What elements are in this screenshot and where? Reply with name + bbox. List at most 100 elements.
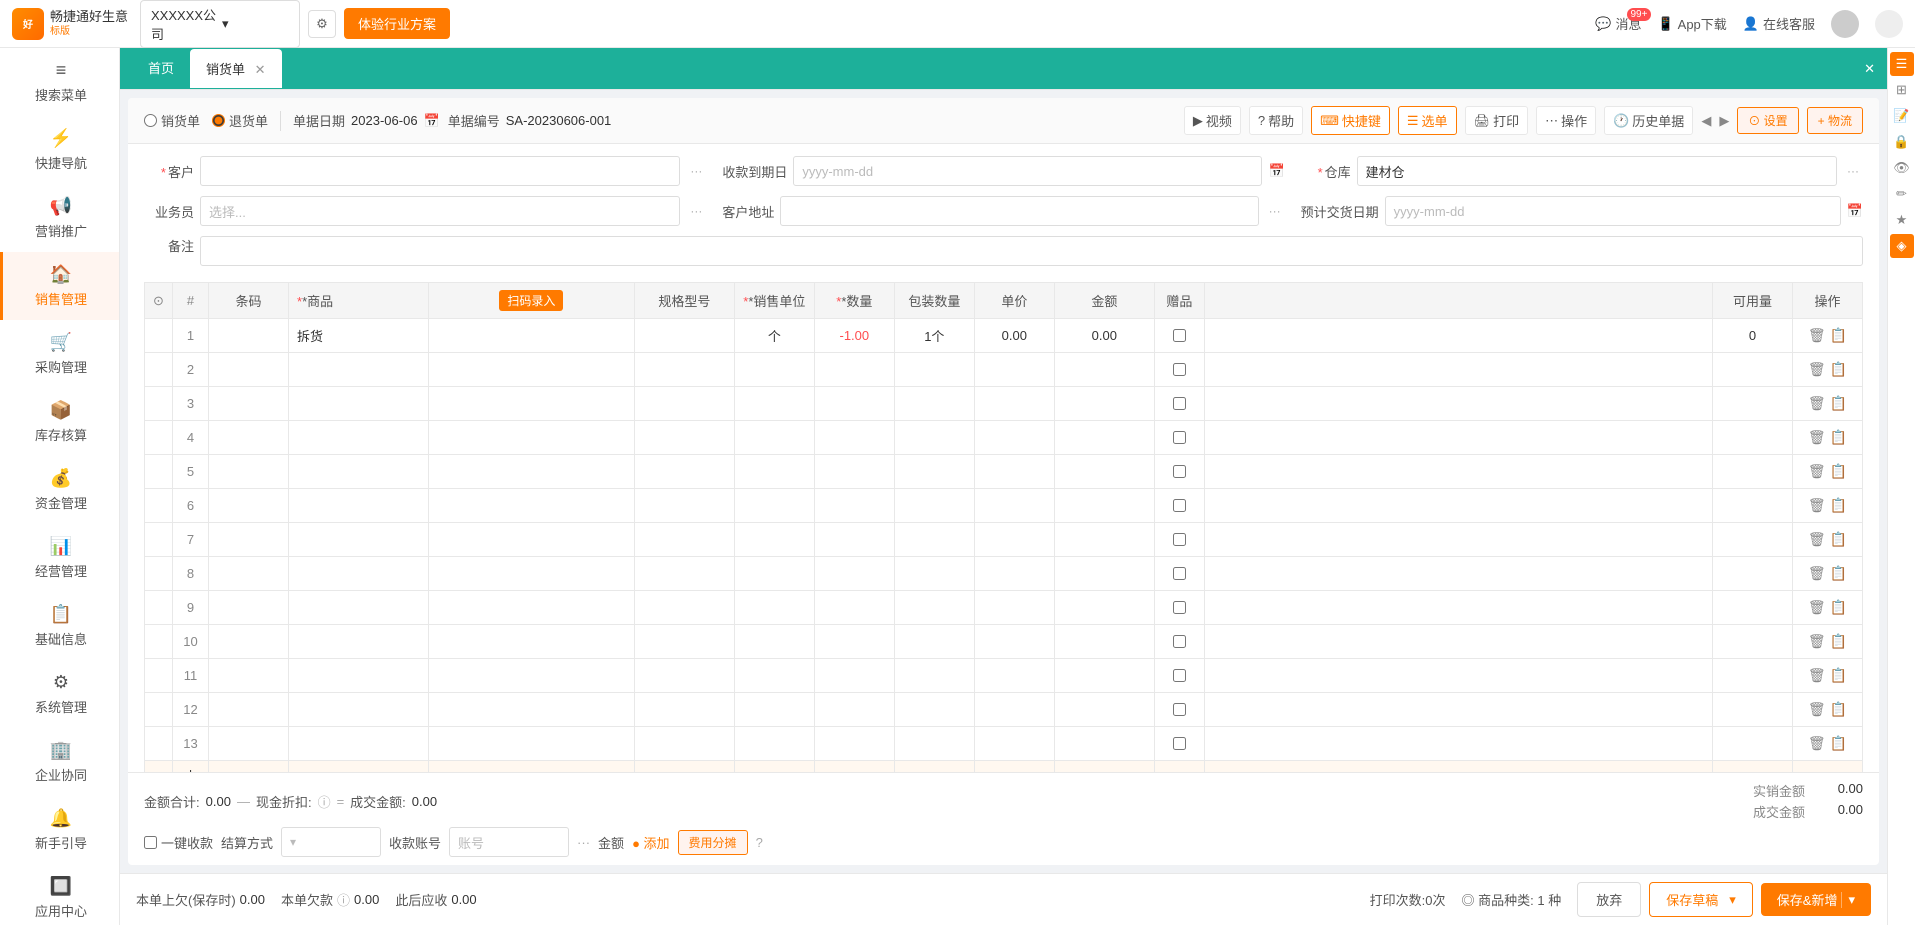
delivery-calendar-icon[interactable]: 📅 [1847, 203, 1863, 219]
sidebar-item-quick-nav[interactable]: ⚡ 快捷导航 [0, 116, 119, 184]
copy-row-btn[interactable]: 📋 [1830, 667, 1847, 684]
copy-row-btn[interactable]: 📋 [1830, 531, 1847, 548]
one-click-pay-checkbox[interactable]: 一键收款 [144, 833, 213, 852]
right-panel-lock-btn[interactable]: 🔒 [1890, 130, 1914, 154]
calendar-icon[interactable]: 📅 [424, 113, 440, 129]
td-gift-1[interactable] [1154, 319, 1204, 353]
td-amount-1[interactable]: 0.00 [1054, 319, 1154, 353]
copy-row-btn[interactable]: 📋 [1830, 361, 1847, 378]
logistics-button[interactable]: + 物流 [1807, 107, 1863, 134]
sidebar-item-operations[interactable]: 📊 经营管理 [0, 524, 119, 592]
customer-addr-input[interactable] [780, 196, 1258, 226]
right-panel-table-view-btn[interactable]: ☰ [1890, 52, 1914, 76]
sidebar-item-sales[interactable]: 🏠 销售管理 [0, 252, 119, 320]
td-pkg-qty-1[interactable]: 1个 [894, 319, 974, 353]
delete-row-btn[interactable]: 🗑 [1808, 429, 1826, 446]
sidebar-item-search[interactable]: ≡ 搜索菜单 [0, 48, 119, 116]
delete-row-btn[interactable]: 🗑 [1808, 599, 1826, 616]
customer-input[interactable] [200, 156, 680, 186]
save-new-arrow[interactable]: ▾ [1841, 892, 1855, 908]
avatar-extra[interactable] [1875, 10, 1903, 38]
trial-button[interactable]: 体验行业方案 [344, 8, 450, 39]
delete-row-btn[interactable]: 🗑 [1808, 497, 1826, 514]
copy-row-btn[interactable]: 📋 [1830, 429, 1847, 446]
sidebar-item-app-center[interactable]: 🔲 应用中心 [0, 864, 119, 925]
add-payment-btn[interactable]: ● 添加 [632, 833, 669, 852]
sidebar-item-purchase[interactable]: 🛒 采购管理 [0, 320, 119, 388]
delete-row-btn[interactable]: 🗑 [1808, 531, 1826, 548]
right-panel-eye-btn[interactable]: 👁 [1890, 156, 1914, 180]
copy-row-btn[interactable]: 📋 [1830, 735, 1847, 752]
nav-prev-icon[interactable]: ◀ [1701, 113, 1711, 129]
sidebar-item-system[interactable]: ⚙ 系统管理 [0, 660, 119, 728]
due-date-calendar-icon[interactable]: 📅 [1268, 163, 1284, 179]
td-price-1[interactable]: 0.00 [974, 319, 1054, 353]
tab-home[interactable]: 首页 [132, 48, 190, 89]
copy-row-btn[interactable]: 📋 [1830, 463, 1847, 480]
delete-row-btn[interactable]: 🗑 [1808, 633, 1826, 650]
history-btn[interactable]: 🕐 历史单据 [1604, 106, 1693, 135]
due-date-input[interactable]: yyyy-mm-dd [793, 156, 1262, 186]
salesperson-more-icon[interactable]: ··· [686, 204, 706, 218]
delete-row-btn[interactable]: 🗑 [1808, 395, 1826, 412]
delete-row-1-btn[interactable]: 🗑 [1808, 327, 1826, 344]
delete-row-btn[interactable]: 🗑 [1808, 361, 1826, 378]
fee-help-icon[interactable]: ? [756, 835, 763, 850]
right-panel-edit-btn[interactable]: ✏ [1890, 182, 1914, 206]
delete-row-btn[interactable]: 🗑 [1808, 735, 1826, 752]
help-btn[interactable]: ? 帮助 [1249, 106, 1303, 135]
sidebar-item-new-guide[interactable]: 🔔 新手引导 [0, 796, 119, 864]
nav-next-icon[interactable]: ▶ [1719, 113, 1729, 129]
settlement-selector[interactable]: ▾ [281, 827, 381, 857]
app-download-btn[interactable]: 📱 App下载 [1657, 14, 1726, 33]
td-qty-1[interactable]: -1.00 [814, 319, 894, 353]
online-support-btn[interactable]: 👤 在线客服 [1743, 14, 1815, 33]
print-btn[interactable]: 🖨 打印 [1465, 106, 1529, 135]
save-new-button[interactable]: 保存&新增 ▾ [1761, 883, 1871, 916]
account-input[interactable]: 账号 [449, 827, 569, 857]
tab-sales-order[interactable]: 销货单 ✕ [190, 49, 282, 88]
notes-input[interactable] [200, 236, 1863, 266]
right-panel-star-btn[interactable]: ★ [1890, 208, 1914, 232]
salesperson-input[interactable]: 选择... [200, 196, 680, 226]
action-btn[interactable]: ⋯ 操作 [1536, 106, 1596, 135]
sidebar-item-finance[interactable]: 💰 资金管理 [0, 456, 119, 524]
delete-row-btn[interactable]: 🗑 [1808, 463, 1826, 480]
addr-more-icon[interactable]: ··· [1265, 204, 1285, 218]
delete-row-btn[interactable]: 🗑 [1808, 565, 1826, 582]
right-panel-note-btn[interactable]: 📝 [1890, 104, 1914, 128]
fee-split-button[interactable]: 费用分摊 [678, 830, 748, 855]
warehouse-input[interactable]: 建材仓 [1357, 156, 1837, 186]
expected-delivery-input[interactable]: yyyy-mm-dd [1385, 196, 1841, 226]
td-product-1[interactable]: 拆货 [289, 319, 429, 353]
save-draft-arrow[interactable]: ▾ [1722, 892, 1736, 908]
copy-row-btn[interactable]: 📋 [1830, 497, 1847, 514]
copy-row-btn[interactable]: 📋 [1830, 701, 1847, 718]
td-spec-1[interactable] [634, 319, 734, 353]
company-selector[interactable]: XXXXXX公司 ▾ [140, 0, 300, 48]
scan-button[interactable]: 扫码录入 [499, 290, 563, 311]
sidebar-item-enterprise[interactable]: 🏢 企业协同 [0, 728, 119, 796]
avatar[interactable] [1831, 10, 1859, 38]
td-unit-1[interactable]: 个 [734, 319, 814, 353]
td-barcode-1[interactable] [209, 319, 289, 353]
warehouse-more-icon[interactable]: ··· [1843, 164, 1863, 178]
delete-row-btn[interactable]: 🗑 [1808, 701, 1826, 718]
account-more-icon[interactable]: ··· [577, 835, 590, 850]
tab-close-icon[interactable]: ✕ [255, 62, 266, 77]
debit-help-icon[interactable]: ⓘ [337, 890, 350, 909]
customer-more-icon[interactable]: ··· [686, 164, 706, 178]
save-draft-button[interactable]: 保存草稿 ▾ [1649, 882, 1753, 917]
radio-return-order[interactable]: 退货单 [212, 111, 268, 130]
th-scan[interactable]: 扫码录入 [429, 283, 635, 319]
copy-row-btn[interactable]: 📋 [1830, 395, 1847, 412]
video-btn[interactable]: ▶ 视频 [1184, 106, 1241, 135]
select-order-btn[interactable]: ☰ 选单 [1398, 106, 1457, 135]
sidebar-item-marketing[interactable]: 📢 营销推广 [0, 184, 119, 252]
sidebar-item-inventory[interactable]: 📦 库存核算 [0, 388, 119, 456]
discard-button[interactable]: 放弃 [1577, 882, 1641, 917]
right-panel-grid-view-btn[interactable]: ⊞ [1890, 78, 1914, 102]
copy-row-1-btn[interactable]: 📋 [1830, 327, 1847, 344]
copy-row-btn[interactable]: 📋 [1830, 633, 1847, 650]
right-panel-orange-btn[interactable]: ◈ [1890, 234, 1914, 258]
